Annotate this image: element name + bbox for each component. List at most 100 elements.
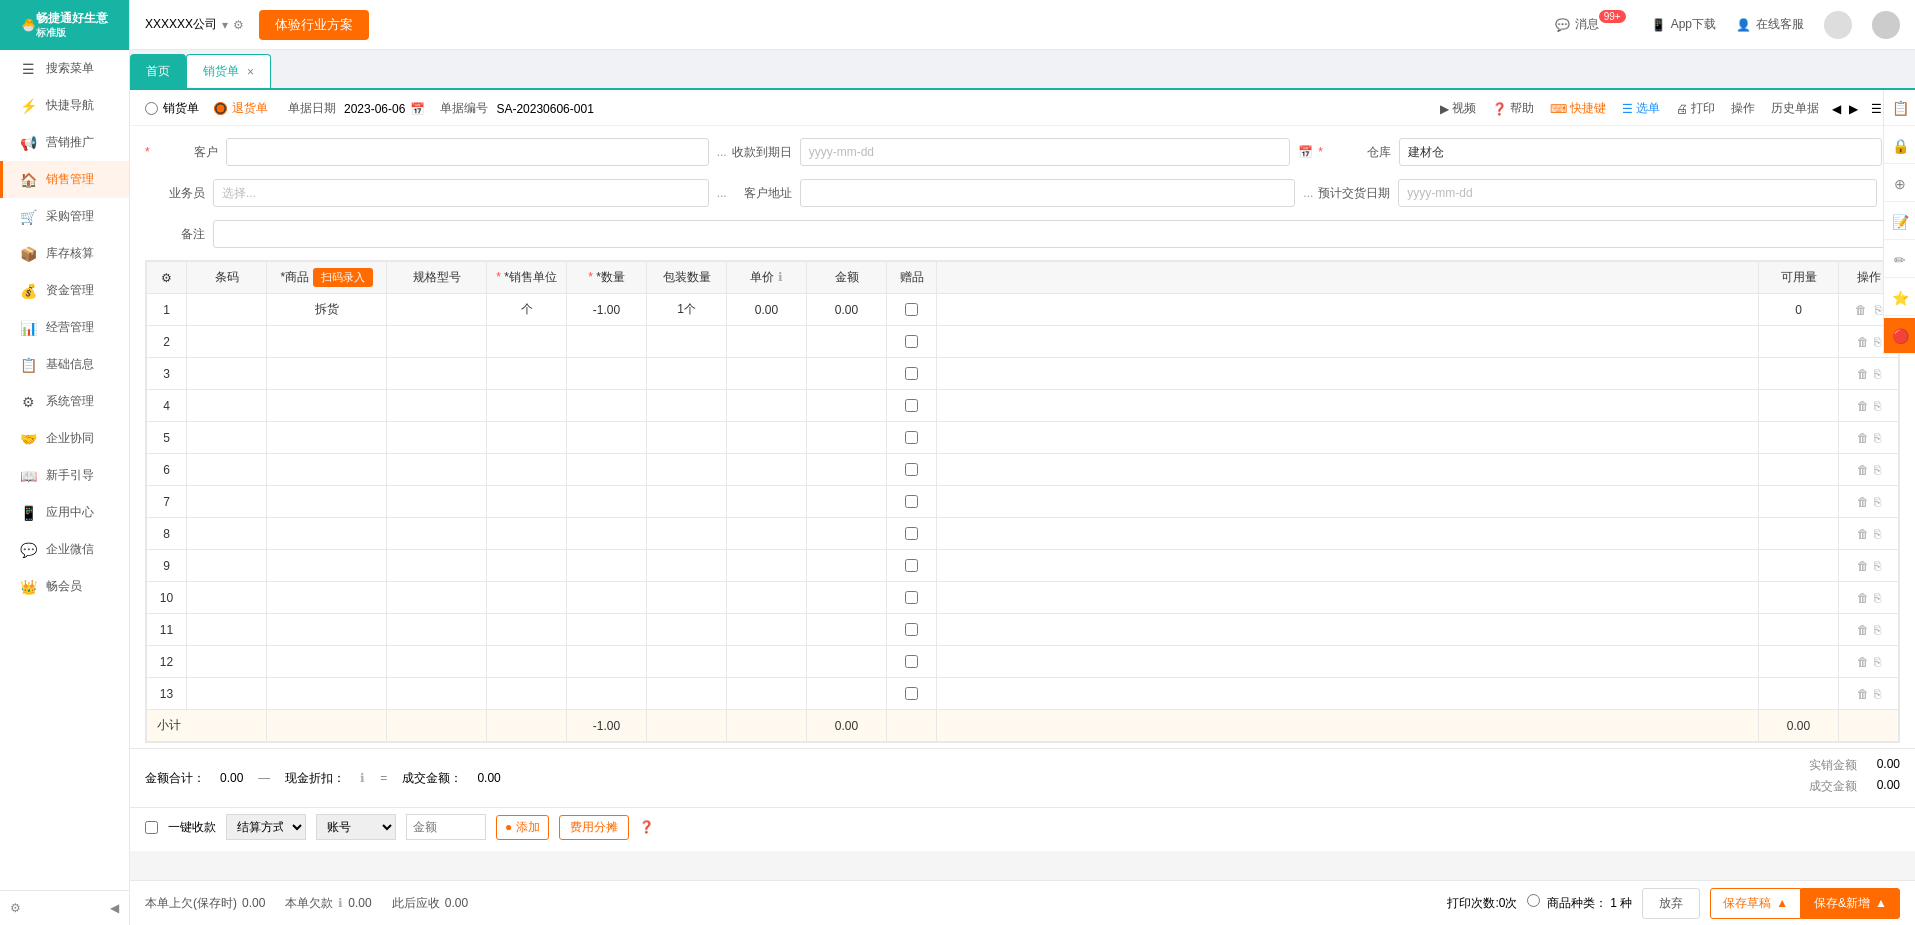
row-price[interactable] (727, 614, 807, 646)
gift-checkbox[interactable] (905, 655, 918, 668)
app-download-item[interactable]: 📱 App下载 (1651, 16, 1716, 33)
row-qty[interactable] (567, 358, 647, 390)
message-item[interactable]: 💬 消息 99+ (1555, 16, 1631, 33)
copy-icon[interactable]: ⎘ (1874, 367, 1881, 381)
gift-checkbox[interactable] (905, 431, 918, 444)
gift-checkbox[interactable] (905, 463, 918, 476)
copy-icon[interactable]: ⎘ (1874, 623, 1881, 637)
row-spec[interactable] (387, 422, 487, 454)
scan-button[interactable]: 扫码录入 (313, 268, 373, 287)
delete-icon[interactable]: 🗑 (1857, 655, 1869, 669)
shortcut-action[interactable]: ⌨ 快捷键 (1550, 100, 1606, 117)
row-spec[interactable] (387, 582, 487, 614)
print-action[interactable]: 🖨 打印 (1676, 100, 1715, 117)
operation-action[interactable]: 操作 (1731, 100, 1755, 117)
row-qty[interactable] (567, 486, 647, 518)
row-qty[interactable] (567, 518, 647, 550)
select-action[interactable]: ☰ 选单 (1622, 100, 1660, 117)
row-barcode[interactable] (187, 582, 267, 614)
nav-prev-icon[interactable]: ◀ (1832, 102, 1841, 116)
panel-item-2[interactable]: 🔒 (1884, 128, 1915, 164)
row-price[interactable] (727, 518, 807, 550)
delete-icon[interactable]: 🗑 (1855, 303, 1867, 317)
row-barcode[interactable] (187, 550, 267, 582)
sidebar-item-quick-nav[interactable]: ⚡ 快捷导航 (0, 87, 129, 124)
copy-icon[interactable]: ⎘ (1875, 303, 1882, 317)
row-qty[interactable]: -1.00 (567, 294, 647, 326)
one-click-payment-checkbox[interactable] (145, 821, 158, 834)
copy-icon[interactable]: ⎘ (1874, 687, 1881, 701)
row-price[interactable]: 0.00 (727, 294, 807, 326)
row-unit[interactable] (487, 390, 567, 422)
warehouse-input[interactable]: 建材仓 (1399, 138, 1882, 166)
sidebar-item-inventory[interactable]: 📦 库存核算 (0, 235, 129, 272)
row-product[interactable] (267, 486, 387, 518)
notes-input[interactable] (213, 220, 1900, 248)
tab-home[interactable]: 首页 (130, 54, 186, 88)
user-avatar2[interactable] (1872, 11, 1900, 39)
row-barcode[interactable] (187, 486, 267, 518)
row-spec[interactable] (387, 390, 487, 422)
delete-icon[interactable]: 🗑 (1857, 431, 1869, 445)
row-product[interactable] (267, 614, 387, 646)
row-qty[interactable] (567, 582, 647, 614)
row-gift[interactable] (887, 518, 937, 550)
help-action[interactable]: ❓ 帮助 (1492, 100, 1534, 117)
row-price[interactable] (727, 454, 807, 486)
row-spec[interactable] (387, 486, 487, 518)
row-qty[interactable] (567, 390, 647, 422)
delivery-date-input[interactable] (1398, 179, 1877, 207)
gift-checkbox[interactable] (905, 687, 918, 700)
row-price[interactable] (727, 390, 807, 422)
video-action[interactable]: ▶ 视频 (1440, 100, 1476, 117)
nav-next-icon[interactable]: ▶ (1849, 102, 1858, 116)
copy-icon[interactable]: ⎘ (1874, 431, 1881, 445)
row-unit[interactable] (487, 582, 567, 614)
copy-icon[interactable]: ⎘ (1874, 527, 1881, 541)
sidebar-item-vip[interactable]: 👑 畅会员 (0, 568, 129, 605)
row-unit[interactable] (487, 422, 567, 454)
copy-icon[interactable]: ⎘ (1874, 399, 1881, 413)
row-product[interactable] (267, 422, 387, 454)
copy-icon[interactable]: ⎘ (1874, 495, 1881, 509)
th-settings[interactable]: ⚙ (147, 262, 187, 294)
gift-checkbox[interactable] (905, 335, 918, 348)
radio-return-input[interactable] (214, 102, 227, 115)
row-unit[interactable] (487, 358, 567, 390)
row-product[interactable] (267, 326, 387, 358)
payment-method-select[interactable]: 结算方式 (226, 814, 306, 840)
row-qty[interactable] (567, 646, 647, 678)
receipt-date-calendar-icon[interactable]: 📅 (1298, 145, 1313, 159)
row-product[interactable] (267, 518, 387, 550)
list-view-icon[interactable]: ☰ (1871, 102, 1882, 116)
row-qty[interactable] (567, 454, 647, 486)
try-plan-button[interactable]: 体验行业方案 (259, 10, 369, 40)
sidebar-item-management[interactable]: 📊 经营管理 (0, 309, 129, 346)
sidebar-item-guide[interactable]: 📖 新手引导 (0, 457, 129, 494)
copy-icon[interactable]: ⎘ (1874, 655, 1881, 669)
sidebar-item-marketing[interactable]: 📢 营销推广 (0, 124, 129, 161)
tab-close-icon[interactable]: × (247, 65, 254, 79)
gift-checkbox[interactable] (905, 527, 918, 540)
row-gift[interactable] (887, 646, 937, 678)
row-barcode[interactable] (187, 614, 267, 646)
row-gift[interactable] (887, 550, 937, 582)
delete-icon[interactable]: 🗑 (1857, 527, 1869, 541)
row-unit[interactable] (487, 646, 567, 678)
save-draft-button[interactable]: 保存草稿 ▲ (1710, 888, 1801, 919)
panel-item-6[interactable]: ⭐ (1884, 280, 1915, 316)
row-spec[interactable] (387, 326, 487, 358)
row-gift[interactable] (887, 326, 937, 358)
delete-icon[interactable]: 🗑 (1857, 559, 1869, 573)
delete-icon[interactable]: 🗑 (1857, 495, 1869, 509)
sidebar-item-app-center[interactable]: 📱 应用中心 (0, 494, 129, 531)
salesperson-more-icon[interactable]: ... (717, 186, 727, 200)
gift-checkbox[interactable] (905, 495, 918, 508)
delete-icon[interactable]: 🗑 (1857, 591, 1869, 605)
row-spec[interactable] (387, 294, 487, 326)
row-product[interactable] (267, 582, 387, 614)
sidebar-item-enterprise[interactable]: 🤝 企业协同 (0, 420, 129, 457)
row-gift[interactable] (887, 358, 937, 390)
sidebar-item-basic-info[interactable]: 📋 基础信息 (0, 346, 129, 383)
gift-checkbox[interactable] (905, 303, 918, 316)
